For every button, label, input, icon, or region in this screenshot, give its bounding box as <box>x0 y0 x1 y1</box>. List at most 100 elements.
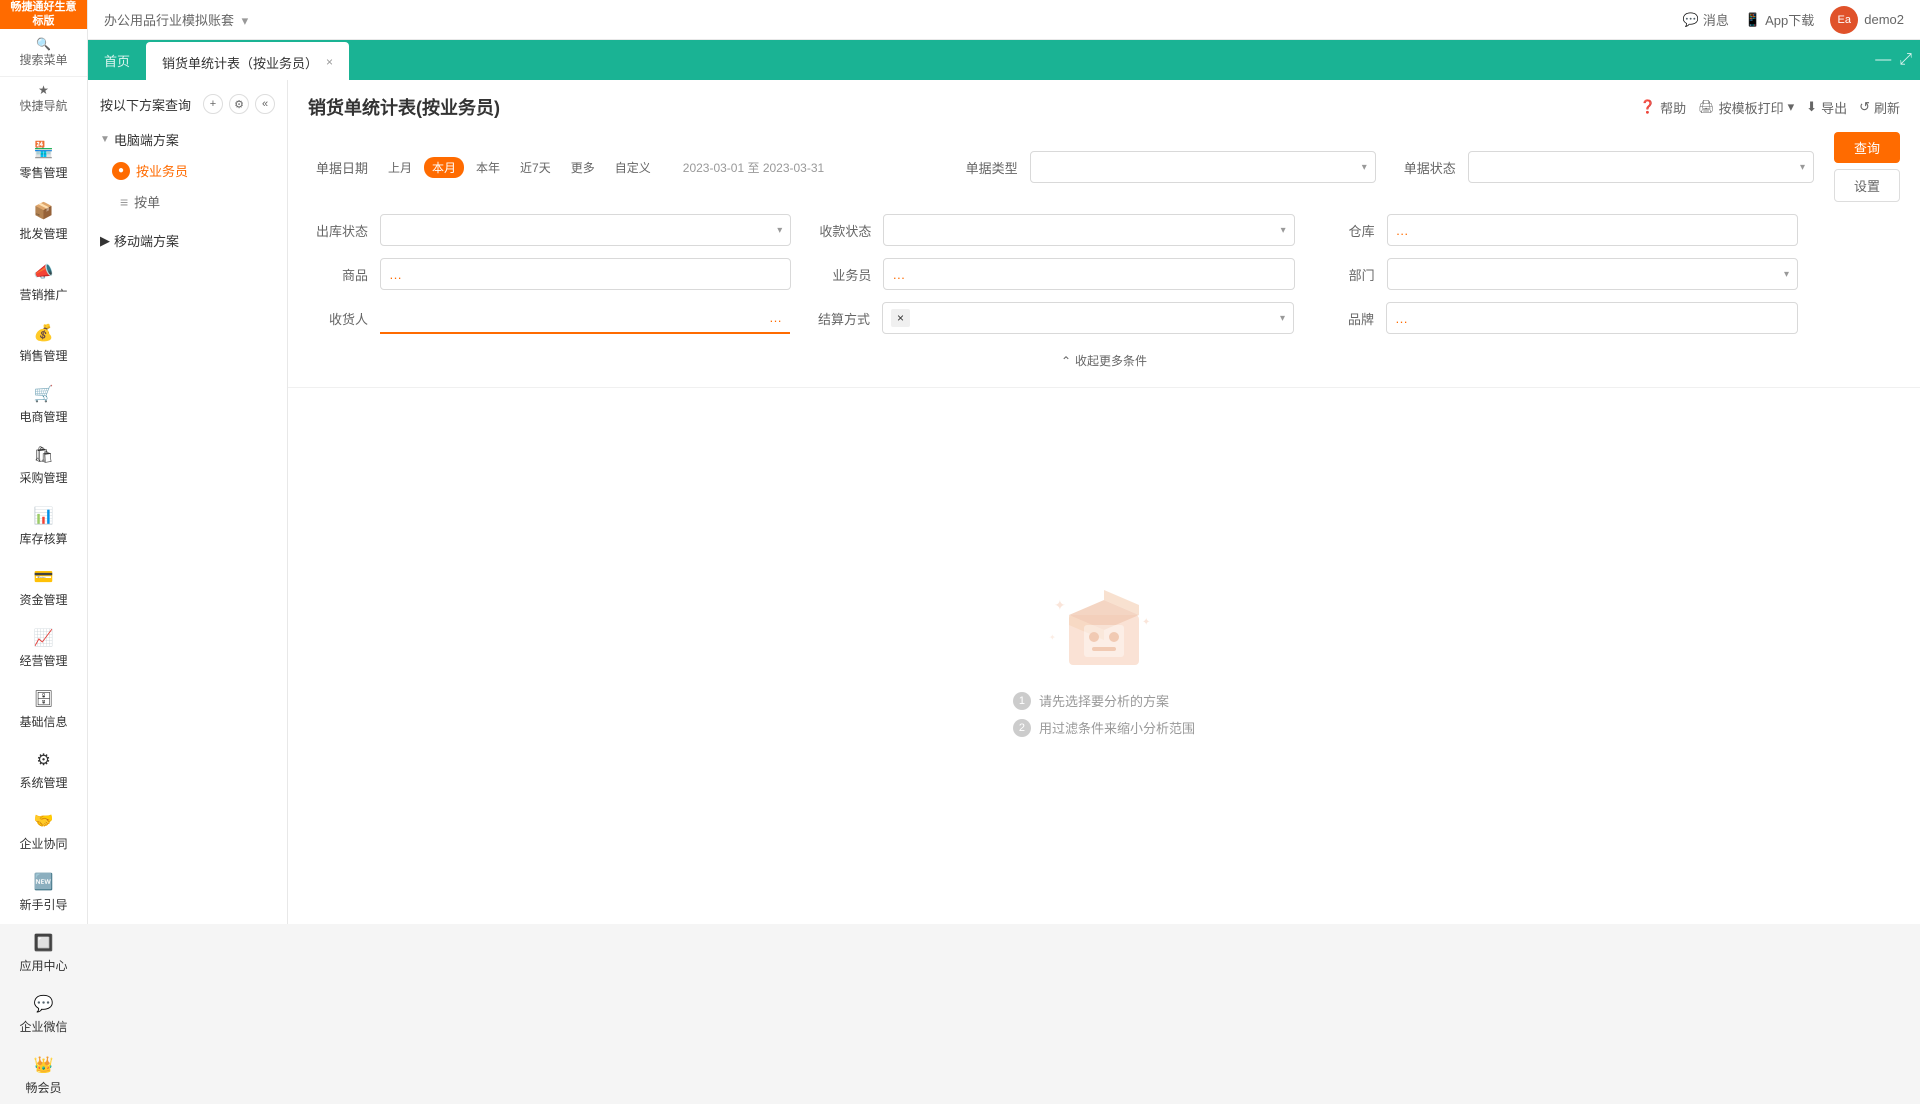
empty-tip-1: 1 请先选择要分析的方案 <box>1013 691 1195 710</box>
left-panel-actions: + ⚙ « <box>203 94 275 114</box>
warehouse-dots: … <box>1396 223 1409 238</box>
sidebar-item-marketing[interactable]: 📣 营销推广 <box>0 250 87 311</box>
filter-row-3: 商品 … 业务员 … 部门 ▾ <box>308 258 1900 290</box>
mobile-scheme-section: ▶ 移动端方案 <box>88 221 287 260</box>
sidebar-item-label: 营销推广 <box>19 286 67 303</box>
logo-subtext: 标版 <box>33 14 55 28</box>
add-scheme-button[interactable]: + <box>203 94 223 114</box>
status-select[interactable]: ▾ <box>1468 151 1814 183</box>
out-status-select[interactable]: ▾ <box>380 214 791 246</box>
scheme-by-order[interactable]: ≡ 按单 <box>88 186 287 217</box>
svg-text:✦: ✦ <box>1142 617 1150 628</box>
sidebar-item-retail[interactable]: 🏪 零售管理 <box>0 128 87 189</box>
basic-icon: 🗄 <box>33 689 53 709</box>
sidebar-item-label: 资金管理 <box>19 591 67 608</box>
date-tab-custom[interactable]: 自定义 <box>607 157 659 178</box>
app-download-action[interactable]: 📱 App下载 <box>1745 10 1814 29</box>
wechat-icon: 💬 <box>34 994 54 1014</box>
query-buttons: 查询 设置 <box>1834 132 1900 202</box>
sales-icon: 💰 <box>34 323 54 343</box>
sidebar-item-sales[interactable]: 💰 销售管理 <box>0 311 87 372</box>
empty-state-area: ✦ ✦ ✦ 1 请先选择要分析的方案 2 用过滤条件来缩小分析范围 <box>288 388 1920 924</box>
scheme-sub-label: 按单 <box>134 192 160 211</box>
sidebar-item-enterprise[interactable]: 🤝 企业协同 <box>0 799 87 860</box>
receiver-input[interactable]: … <box>380 302 790 334</box>
marketing-icon: 📣 <box>34 262 54 282</box>
sidebar-item-system[interactable]: ⚙ 系统管理 <box>0 738 87 799</box>
payment-select[interactable]: ▾ <box>883 214 1294 246</box>
goods-select[interactable]: … <box>380 258 791 290</box>
staff-select[interactable]: … <box>883 258 1294 290</box>
date-tab-this-month[interactable]: 本月 <box>424 157 464 178</box>
out-dropdown-icon: ▾ <box>777 225 782 236</box>
help-action[interactable]: ❓ 帮助 <box>1640 98 1686 117</box>
sidebar-item-wechat[interactable]: 💬 企业微信 <box>0 982 87 1043</box>
sidebar-item-label: 电商管理 <box>19 408 67 425</box>
collapse-button[interactable]: ⌃ 收起更多条件 <box>308 346 1900 375</box>
sidebar-item-finance[interactable]: 💳 资金管理 <box>0 555 87 616</box>
page-title: 销货单统计表(按业务员) <box>308 94 500 120</box>
sidebar-item-inventory[interactable]: 📊 库存核算 <box>0 494 87 555</box>
export-action[interactable]: ⬇ 导出 <box>1806 98 1847 117</box>
scheme-settings-icon[interactable]: ⚙ <box>229 94 249 114</box>
panel-collapse-icon[interactable]: « <box>255 94 275 114</box>
empty-state: ✦ ✦ ✦ 1 请先选择要分析的方案 2 用过滤条件来缩小分析范围 <box>1013 575 1195 737</box>
sidebar-item-newuser[interactable]: 🆕 新手引导 <box>0 860 87 921</box>
left-panel-title: 按以下方案查询 <box>100 95 191 114</box>
sidebar-item-label: 企业协同 <box>19 835 67 852</box>
mobile-arrow-icon: ▶ <box>100 233 110 249</box>
message-action[interactable]: 💬 消息 <box>1683 10 1729 29</box>
sidebar-item-member[interactable]: 👑 畅会员 <box>0 1043 87 1104</box>
type-select[interactable]: ▾ <box>1030 151 1376 183</box>
sidebar-item-ecommerce[interactable]: 🛒 电商管理 <box>0 372 87 433</box>
empty-tip-2: 2 用过滤条件来缩小分析范围 <box>1013 718 1195 737</box>
sidebar-item-appcenter[interactable]: 🔲 应用中心 <box>0 921 87 982</box>
tab-home[interactable]: 首页 <box>88 40 146 80</box>
sidebar-item-purchase[interactable]: 🛍 采购管理 <box>0 433 87 494</box>
tip1-num: 1 <box>1013 692 1031 710</box>
print-action[interactable]: 🖨 按模板打印 ▾ <box>1698 98 1794 117</box>
receiver-text-input[interactable] <box>388 310 769 325</box>
pc-section-label: 电脑端方案 <box>114 130 179 149</box>
sidebar-item-wholesale[interactable]: 📦 批发管理 <box>0 189 87 250</box>
sidebar-search[interactable]: 🔍搜索菜单 <box>0 29 87 77</box>
warehouse-select[interactable]: … <box>1387 214 1798 246</box>
refresh-action[interactable]: ↺ 刷新 <box>1859 98 1900 117</box>
sidebar-item-basic[interactable]: 🗄 基础信息 <box>0 677 87 738</box>
tab-close-icon[interactable]: × <box>326 55 333 69</box>
order-icon: ≡ <box>120 194 128 210</box>
out-status-label: 出库状态 <box>308 221 368 240</box>
avatar: Ea <box>1830 6 1858 34</box>
date-tab-this-year[interactable]: 本年 <box>468 157 508 178</box>
receiver-dots[interactable]: … <box>769 310 782 325</box>
mobile-scheme-header[interactable]: ▶ 移动端方案 <box>88 225 287 256</box>
sidebar-quicknav[interactable]: ★快捷导航 <box>0 77 87 120</box>
payment-dropdown-icon: ▾ <box>1281 225 1286 236</box>
filter-row-1: 单据日期 上月 本月 本年 近7天 更多 自定义 2023-03-01 至 20… <box>308 132 1900 202</box>
date-tab-last-month[interactable]: 上月 <box>380 157 420 178</box>
tab-maximize-icon[interactable]: ⤢ <box>1899 51 1912 69</box>
pc-scheme-section: ▼ 电脑端方案 ● 按业务员 ≡ 按单 <box>88 120 287 221</box>
brand-select[interactable]: … <box>1386 302 1798 334</box>
user-action[interactable]: Ea demo2 <box>1830 6 1904 34</box>
tip1-text: 请先选择要分析的方案 <box>1039 691 1169 710</box>
date-tab-7days[interactable]: 近7天 <box>512 157 559 178</box>
query-button[interactable]: 查询 <box>1834 132 1900 163</box>
industry-dropdown-icon[interactable]: ▾ <box>242 13 249 28</box>
sidebar-item-label: 采购管理 <box>19 469 67 486</box>
tab-minimize-icon[interactable]: — <box>1875 51 1891 69</box>
dept-select[interactable]: ▾ <box>1387 258 1798 290</box>
settlement-select[interactable]: × ▾ <box>882 302 1294 334</box>
settings-button[interactable]: 设置 <box>1834 169 1900 202</box>
scheme-by-staff[interactable]: ● 按业务员 <box>88 155 287 186</box>
sidebar-item-operation[interactable]: 📈 经营管理 <box>0 616 87 677</box>
sidebar-item-label: 经营管理 <box>19 652 67 669</box>
header-action-buttons: ❓ 帮助 🖨 按模板打印 ▾ ⬇ 导出 ↺ <box>1640 98 1900 117</box>
svg-text:✦: ✦ <box>1054 597 1066 613</box>
date-tab-more[interactable]: 更多 <box>563 157 603 178</box>
tab-active[interactable]: 销货单统计表（按业务员） × <box>146 42 349 82</box>
filter-row-4: 收货人 … 结算方式 × ▾ 品牌 <box>308 302 1900 334</box>
inventory-icon: 📊 <box>34 506 54 526</box>
pc-scheme-group-header[interactable]: ▼ 电脑端方案 <box>88 124 287 155</box>
sidebar-item-label: 批发管理 <box>19 225 67 242</box>
